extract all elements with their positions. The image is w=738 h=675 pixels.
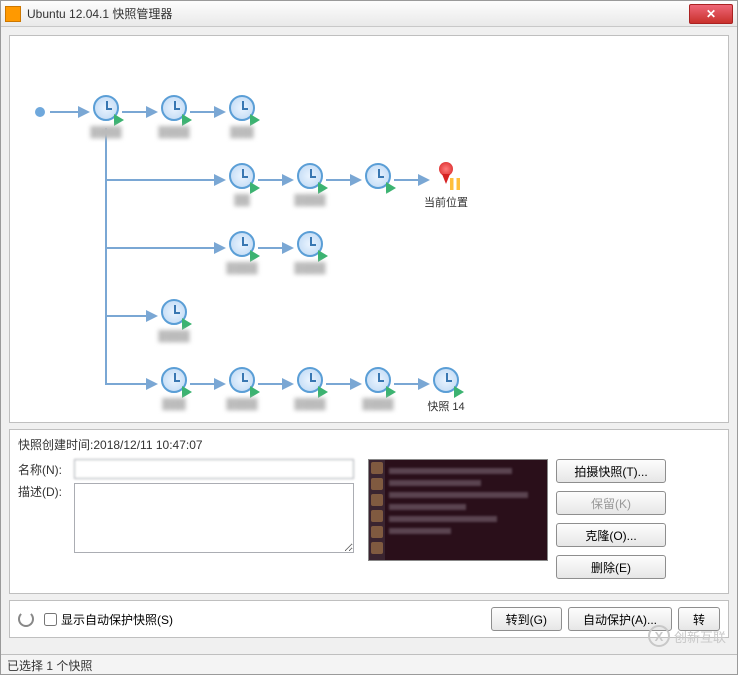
clock-icon bbox=[226, 364, 258, 396]
delete-button[interactable]: 删除(E) bbox=[556, 555, 666, 579]
status-text: 已选择 1 个快照 bbox=[7, 659, 92, 673]
snapshot-node[interactable]: ████ bbox=[214, 364, 270, 422]
name-input[interactable] bbox=[74, 459, 354, 479]
keep-button[interactable]: 保留(K) bbox=[556, 491, 666, 515]
watermark-text: 创新互联 bbox=[674, 627, 726, 646]
snapshot-node[interactable]: ████ bbox=[146, 296, 202, 354]
location-pin-icon bbox=[430, 160, 462, 192]
snapshot-node[interactable]: 快照 14 bbox=[418, 364, 474, 414]
window-title: Ubuntu 12.04.1 快照管理器 bbox=[27, 5, 689, 22]
clone-button[interactable]: 克隆(O)... bbox=[556, 523, 666, 547]
titlebar[interactable]: Ubuntu 12.04.1 快照管理器 ✕ bbox=[1, 1, 737, 27]
show-autoprotect-label: 显示自动保护快照(S) bbox=[61, 611, 173, 628]
snapshot-node-selected[interactable]: ████ bbox=[350, 160, 406, 218]
desc-label: 描述(D): bbox=[18, 483, 74, 500]
snapshot-node[interactable]: ████ bbox=[350, 364, 406, 422]
take-snapshot-button[interactable]: 拍摄快照(T)... bbox=[556, 459, 666, 483]
clock-icon bbox=[294, 228, 326, 260]
close-button[interactable]: ✕ bbox=[689, 4, 733, 24]
goto-button[interactable]: 转到(G) bbox=[491, 607, 562, 631]
snapshot-node[interactable]: ████ bbox=[282, 160, 338, 218]
snapshot-label: 快照 14 bbox=[418, 398, 474, 414]
snapshot-manager-window: Ubuntu 12.04.1 快照管理器 ✕ bbox=[0, 0, 738, 675]
tree-root[interactable] bbox=[28, 96, 52, 117]
show-autoprotect-checkbox[interactable]: 显示自动保护快照(S) bbox=[40, 610, 173, 629]
watermark-logo-icon: X bbox=[648, 625, 670, 647]
current-location-label: 当前位置 bbox=[418, 194, 474, 210]
snapshot-node[interactable]: ████ bbox=[282, 228, 338, 286]
clock-icon bbox=[158, 296, 190, 328]
clock-icon bbox=[294, 364, 326, 396]
snapshot-tree-panel[interactable]: ████ ████ ███ ██ ████ ████ 当前位置 ████ ███… bbox=[9, 35, 729, 423]
clock-icon bbox=[362, 160, 394, 192]
clock-icon bbox=[158, 364, 190, 396]
clock-icon bbox=[226, 228, 258, 260]
snapshot-node[interactable]: ████ bbox=[214, 228, 270, 286]
root-dot-icon bbox=[35, 107, 45, 117]
clock-icon bbox=[430, 364, 462, 396]
clock-icon bbox=[90, 92, 122, 124]
snapshot-node[interactable]: ██ bbox=[214, 160, 270, 218]
snapshot-thumbnail[interactable] bbox=[368, 459, 548, 561]
action-buttons: 拍摄快照(T)... 保留(K) 克隆(O)... 删除(E) bbox=[556, 459, 666, 587]
bottom-toolbar: 显示自动保护快照(S) 转到(G) 自动保护(A)... 转 bbox=[9, 600, 729, 638]
created-prefix: 快照创建时间: bbox=[18, 438, 93, 452]
client-area: ████ ████ ███ ██ ████ ████ 当前位置 ████ ███… bbox=[1, 27, 737, 654]
snapshot-node[interactable]: ███ bbox=[146, 364, 202, 422]
statusbar: 已选择 1 个快照 bbox=[1, 654, 737, 674]
clock-icon bbox=[226, 92, 258, 124]
app-icon bbox=[5, 6, 21, 22]
clock-icon bbox=[158, 92, 190, 124]
clock-icon bbox=[226, 160, 258, 192]
watermark: X 创新互联 bbox=[648, 625, 726, 647]
desc-textarea[interactable] bbox=[74, 483, 354, 553]
created-time-row: 快照创建时间:2018/12/11 10:47:07 bbox=[18, 436, 720, 453]
snapshot-node[interactable]: ████ bbox=[282, 364, 338, 422]
refresh-icon[interactable] bbox=[18, 611, 34, 627]
show-autoprotect-input[interactable] bbox=[44, 613, 57, 626]
clock-icon bbox=[294, 160, 326, 192]
clock-icon bbox=[362, 364, 394, 396]
snapshot-node[interactable]: ███ bbox=[214, 92, 270, 150]
created-time-value: 2018/12/11 10:47:07 bbox=[93, 438, 202, 452]
current-location-node[interactable]: 当前位置 bbox=[418, 160, 474, 210]
details-panel: 快照创建时间:2018/12/11 10:47:07 名称(N): 描述(D): bbox=[9, 429, 729, 594]
snapshot-node[interactable]: ████ bbox=[146, 92, 202, 150]
name-label: 名称(N): bbox=[18, 461, 74, 478]
snapshot-node[interactable]: ████ bbox=[78, 92, 134, 150]
